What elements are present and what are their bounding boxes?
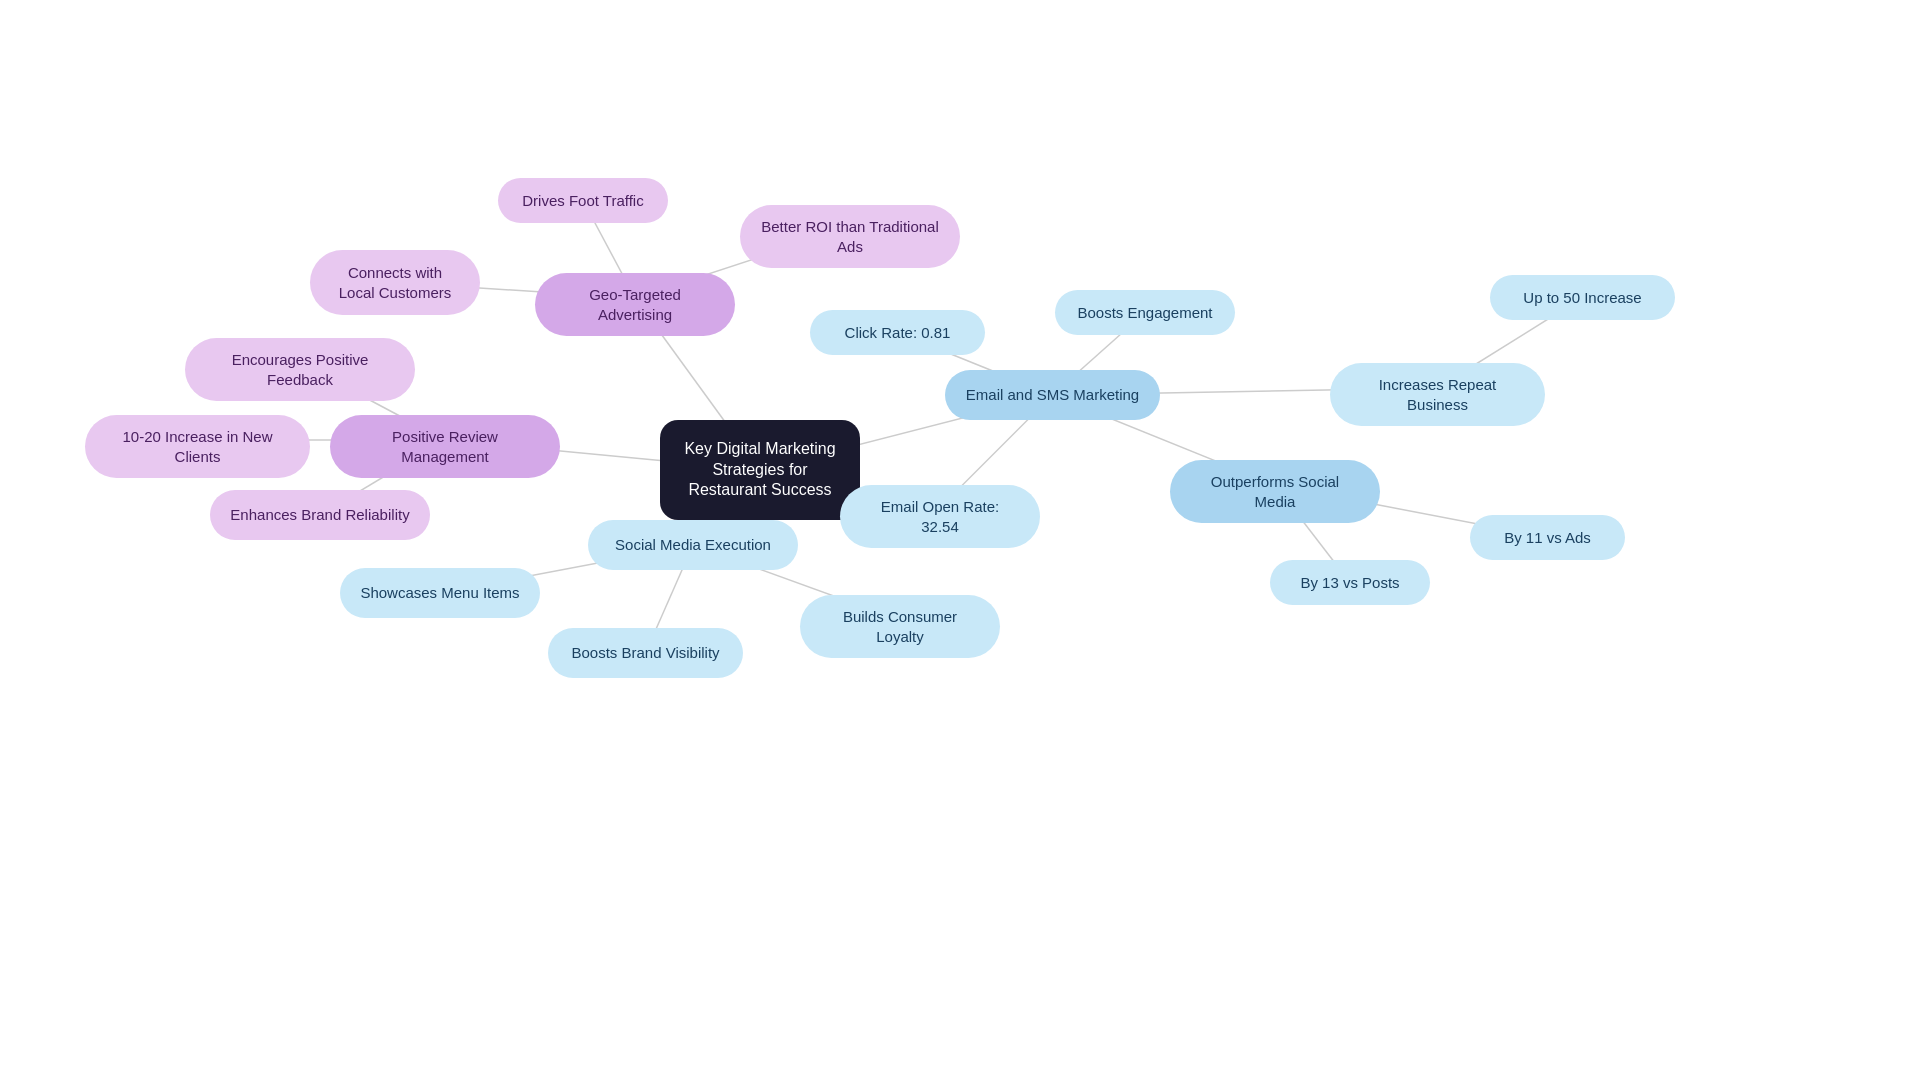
mindmap-canvas: Key Digital Marketing Strategies for Res…	[0, 0, 1920, 1083]
mindmap-node-increases-repeat: Increases Repeat Business	[1330, 363, 1545, 426]
mindmap-node-positive-review: Positive Review Management	[330, 415, 560, 478]
mindmap-node-builds-loyalty: Builds Consumer Loyalty	[800, 595, 1000, 658]
mindmap-node-enhances-brand: Enhances Brand Reliability	[210, 490, 430, 540]
mindmap-node-by-11-ads: By 11 vs Ads	[1470, 515, 1625, 560]
mindmap-node-click-rate: Click Rate: 0.81	[810, 310, 985, 355]
mindmap-node-geo-targeted: Geo-Targeted Advertising	[535, 273, 735, 336]
mindmap-node-email-sms: Email and SMS Marketing	[945, 370, 1160, 420]
mindmap-node-email-open-rate: Email Open Rate: 32.54	[840, 485, 1040, 548]
mindmap-node-showcases-menu: Showcases Menu Items	[340, 568, 540, 618]
mindmap-node-better-roi: Better ROI than Traditional Ads	[740, 205, 960, 268]
mindmap-node-connects-local: Connects with Local Customers	[310, 250, 480, 315]
mindmap-node-drives-foot: Drives Foot Traffic	[498, 178, 668, 223]
mindmap-node-encourages-feedback: Encourages Positive Feedback	[185, 338, 415, 401]
mindmap-node-10-20-increase: 10-20 Increase in New Clients	[85, 415, 310, 478]
mindmap-node-boosts-engagement: Boosts Engagement	[1055, 290, 1235, 335]
mindmap-node-up-to-50: Up to 50 Increase	[1490, 275, 1675, 320]
mindmap-node-by-13-posts: By 13 vs Posts	[1270, 560, 1430, 605]
mindmap-node-social-media: Social Media Execution	[588, 520, 798, 570]
mindmap-node-outperforms: Outperforms Social Media	[1170, 460, 1380, 523]
mindmap-node-center: Key Digital Marketing Strategies for Res…	[660, 420, 860, 520]
mindmap-node-boosts-visibility: Boosts Brand Visibility	[548, 628, 743, 678]
